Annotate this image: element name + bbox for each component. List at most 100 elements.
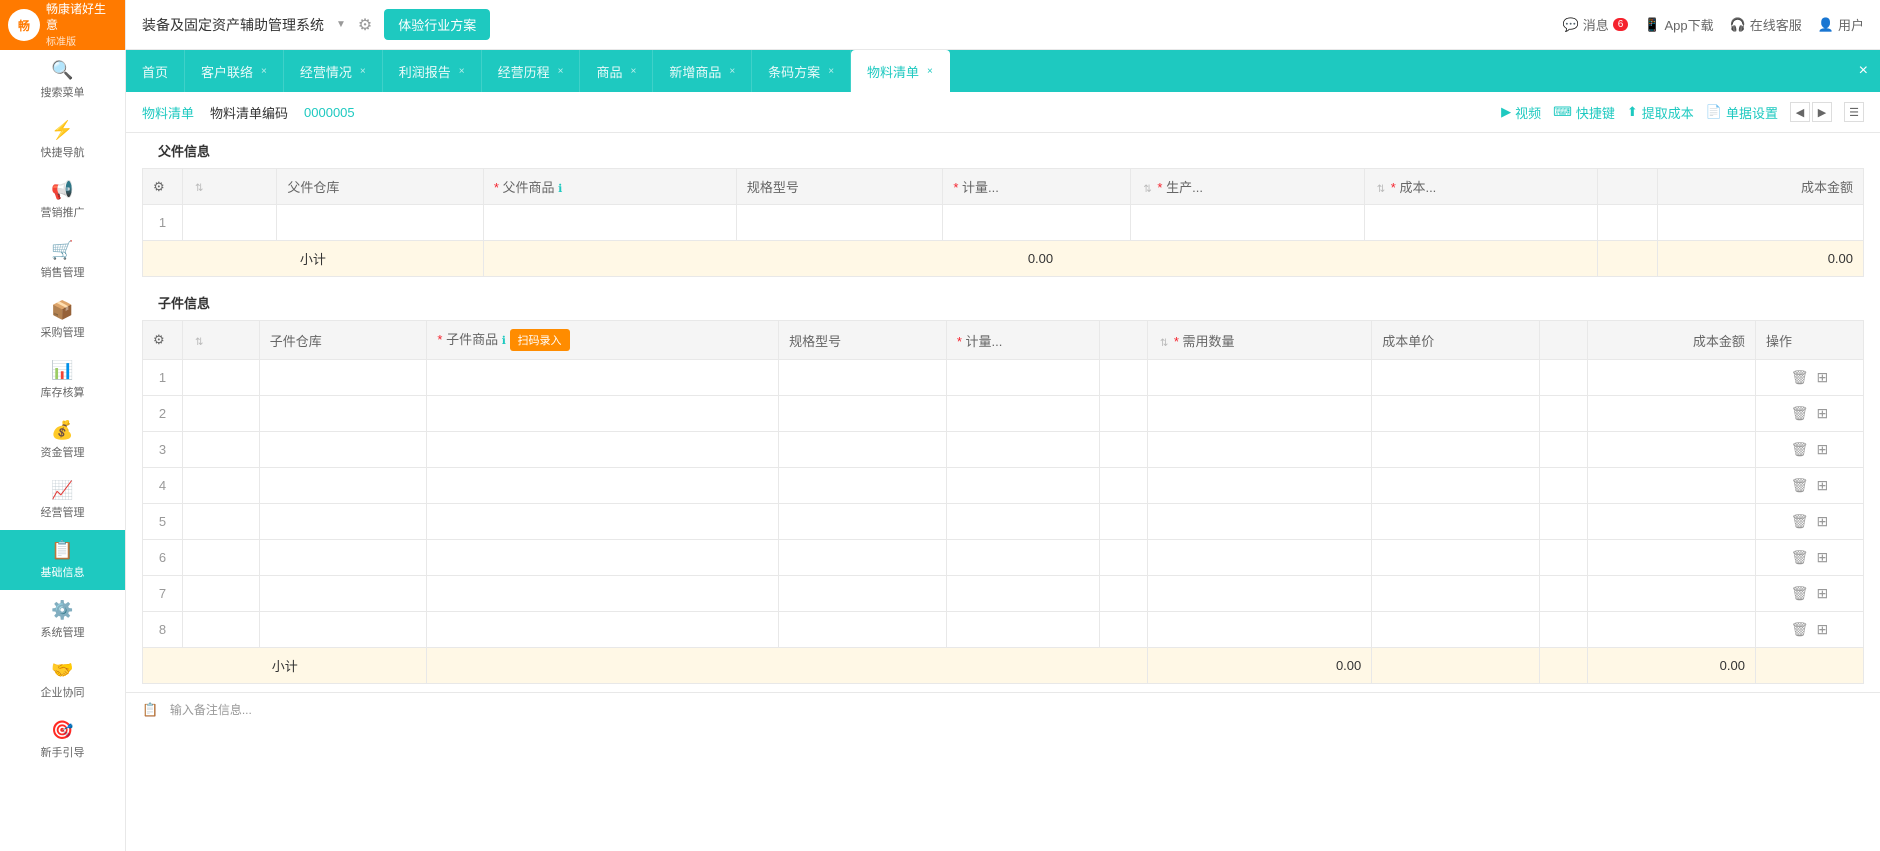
tab-goods[interactable]: 商品 ×	[580, 50, 653, 92]
sidebar-item-quicknav[interactable]: ⚡ 快捷导航	[0, 110, 125, 170]
search-icon: 🔍	[51, 60, 73, 81]
child-th-warehouse: 子件仓库	[259, 321, 427, 360]
tab-barcode[interactable]: 条码方案 ×	[752, 50, 851, 92]
parent-subtotal-cost: 0.00	[483, 241, 1597, 277]
copy-button-2[interactable]: ⊞	[1814, 403, 1830, 424]
tab-profit-report[interactable]: 利润报告 ×	[383, 50, 482, 92]
delete-button-4[interactable]: 🗑	[1789, 475, 1811, 496]
parent-cell-measure[interactable]	[943, 205, 1131, 241]
system-dropdown-arrow[interactable]: ▼	[336, 19, 346, 30]
tab-bom[interactable]: 物料清单 ×	[851, 50, 950, 92]
delete-button-5[interactable]: 🗑	[1789, 511, 1811, 532]
single-settings-action[interactable]: 📄 单据设置	[1706, 103, 1778, 122]
delete-button-7[interactable]: 🗑	[1789, 583, 1811, 604]
copy-button-5[interactable]: ⊞	[1814, 511, 1830, 532]
child-spec-1[interactable]	[779, 360, 947, 396]
sidebar-item-sales[interactable]: 🛒 销售管理	[0, 230, 125, 290]
child-subtotal-row: 小计 0.00 0.00	[143, 648, 1864, 684]
user-button[interactable]: 👤 用户	[1818, 15, 1864, 34]
parent-cell-spec[interactable]	[736, 205, 942, 241]
child-row-6: 6	[143, 540, 1864, 576]
delete-button-3[interactable]: 🗑	[1789, 439, 1811, 460]
child-quantity-1[interactable]	[1147, 360, 1371, 396]
bottom-text: 输入备注信息...	[170, 703, 252, 717]
delete-button-1[interactable]: 🗑	[1789, 367, 1811, 388]
parent-cell-sort	[183, 205, 277, 241]
close-icon[interactable]: ×	[828, 66, 834, 77]
logo: 畅 畅康诸好生意 标准版	[0, 0, 125, 50]
message-button[interactable]: 💬 消息 6	[1563, 15, 1629, 34]
copy-button-7[interactable]: ⊞	[1814, 583, 1830, 604]
next-arrow[interactable]: ▶	[1812, 102, 1832, 122]
megaphone-icon: 📢	[51, 180, 73, 201]
child-goods-1[interactable]	[427, 360, 779, 396]
top-header: 装备及固定资产辅助管理系统 ▼ ⚙ 体验行业方案 💬 消息 6 📱 App下载 …	[126, 0, 1880, 50]
video-action[interactable]: ▶ 视频	[1501, 103, 1541, 122]
parent-subtotal-row: 小计 0.00 0.00	[143, 241, 1864, 277]
logo-text: 畅康诸好生意	[46, 2, 117, 33]
sidebar-item-inventory[interactable]: 📊 库存核算	[0, 350, 125, 410]
parent-cell-goods[interactable]	[483, 205, 736, 241]
sidebar-item-system[interactable]: ⚙️ 系统管理	[0, 590, 125, 650]
close-icon[interactable]: ×	[459, 66, 465, 77]
sidebar-item-marketing[interactable]: 📢 营销推广	[0, 170, 125, 230]
handshake-icon: 🤝	[51, 660, 73, 681]
copy-button-3[interactable]: ⊞	[1814, 439, 1830, 460]
settings-icon[interactable]: ⚙	[358, 15, 372, 35]
parent-cell-production[interactable]	[1131, 205, 1364, 241]
child-measure-1[interactable]	[946, 360, 1099, 396]
child-unit-cost-1[interactable]	[1372, 360, 1540, 396]
sidebar-item-guide[interactable]: 🎯 新手引导	[0, 710, 125, 770]
app-download-button[interactable]: 📱 App下载	[1644, 15, 1713, 34]
close-icon[interactable]: ×	[927, 66, 933, 77]
trending-icon: 📈	[51, 480, 73, 501]
target-icon: 🎯	[51, 720, 73, 741]
sidebar: 畅 畅康诸好生意 标准版 🔍 搜索菜单 ⚡ 快捷导航 📢 营销推广 🛒 销售管理…	[0, 0, 126, 851]
child-warehouse-1[interactable]	[259, 360, 427, 396]
tab-operation-history[interactable]: 经营历程 ×	[482, 50, 581, 92]
nav-tabs: 首页 客户联络 × 经营情况 × 利润报告 × 经营历程 × 商品 × 新增商品…	[126, 50, 1880, 92]
headset-icon: 🎧	[1730, 17, 1746, 33]
delete-button-8[interactable]: 🗑	[1789, 619, 1811, 640]
tab-add-goods[interactable]: 新增商品 ×	[653, 50, 752, 92]
menu-icon[interactable]: ☰	[1844, 102, 1864, 122]
online-service-button[interactable]: 🎧 在线客服	[1730, 15, 1802, 34]
sidebar-item-cooperation[interactable]: 🤝 企业协同	[0, 650, 125, 710]
tab-customer[interactable]: 客户联络 ×	[185, 50, 284, 92]
copy-button-1[interactable]: ⊞	[1814, 367, 1830, 388]
close-icon[interactable]: ×	[630, 66, 636, 77]
delete-button-2[interactable]: 🗑	[1789, 403, 1811, 424]
breadcrumb-parent[interactable]: 物料清单	[142, 103, 194, 122]
parent-cell-cost[interactable]	[1364, 205, 1597, 241]
close-icon[interactable]: ×	[261, 66, 267, 77]
shortcut-action[interactable]: ⌨ 快捷键	[1553, 103, 1615, 122]
scan-button[interactable]: 扫码录入	[510, 329, 570, 351]
copy-button-6[interactable]: ⊞	[1814, 547, 1830, 568]
prev-arrow[interactable]: ◀	[1790, 102, 1810, 122]
delete-button-6[interactable]: 🗑	[1789, 547, 1811, 568]
sidebar-item-operation[interactable]: 📈 经营管理	[0, 470, 125, 530]
child-row-8: 8	[143, 612, 1864, 648]
close-all-tabs[interactable]: ×	[1847, 62, 1880, 80]
close-icon[interactable]: ×	[360, 66, 366, 77]
th-cost: ⇅ * 成本...	[1364, 169, 1597, 205]
sidebar-item-finance[interactable]: 💰 资金管理	[0, 410, 125, 470]
sidebar-item-basic-info[interactable]: 📋 基础信息	[0, 530, 125, 590]
trial-button[interactable]: 体验行业方案	[384, 9, 490, 40]
parent-cell-spacer	[1598, 205, 1657, 241]
sidebar-item-purchase[interactable]: 📦 采购管理	[0, 290, 125, 350]
extract-cost-action[interactable]: ⬆ 提取成本	[1627, 103, 1694, 122]
copy-button-4[interactable]: ⊞	[1814, 475, 1830, 496]
child-table-wrapper: ⚙ ⇅ 子件仓库 * 子件商品 ℹ 扫码录入 规格型号 * 计量... ⇅ * …	[142, 320, 1864, 684]
close-icon[interactable]: ×	[729, 66, 735, 77]
sidebar-item-search[interactable]: 🔍 搜索菜单	[0, 50, 125, 110]
child-th-spec: 规格型号	[779, 321, 947, 360]
child-row-num-1: 1	[143, 360, 183, 396]
th-settings: ⚙	[143, 169, 183, 205]
tab-operation-status[interactable]: 经营情况 ×	[284, 50, 383, 92]
tab-home[interactable]: 首页	[126, 50, 185, 92]
clipboard-icon: 📋	[51, 540, 73, 561]
copy-button-8[interactable]: ⊞	[1814, 619, 1830, 640]
parent-cell-warehouse[interactable]	[277, 205, 483, 241]
close-icon[interactable]: ×	[558, 66, 564, 77]
